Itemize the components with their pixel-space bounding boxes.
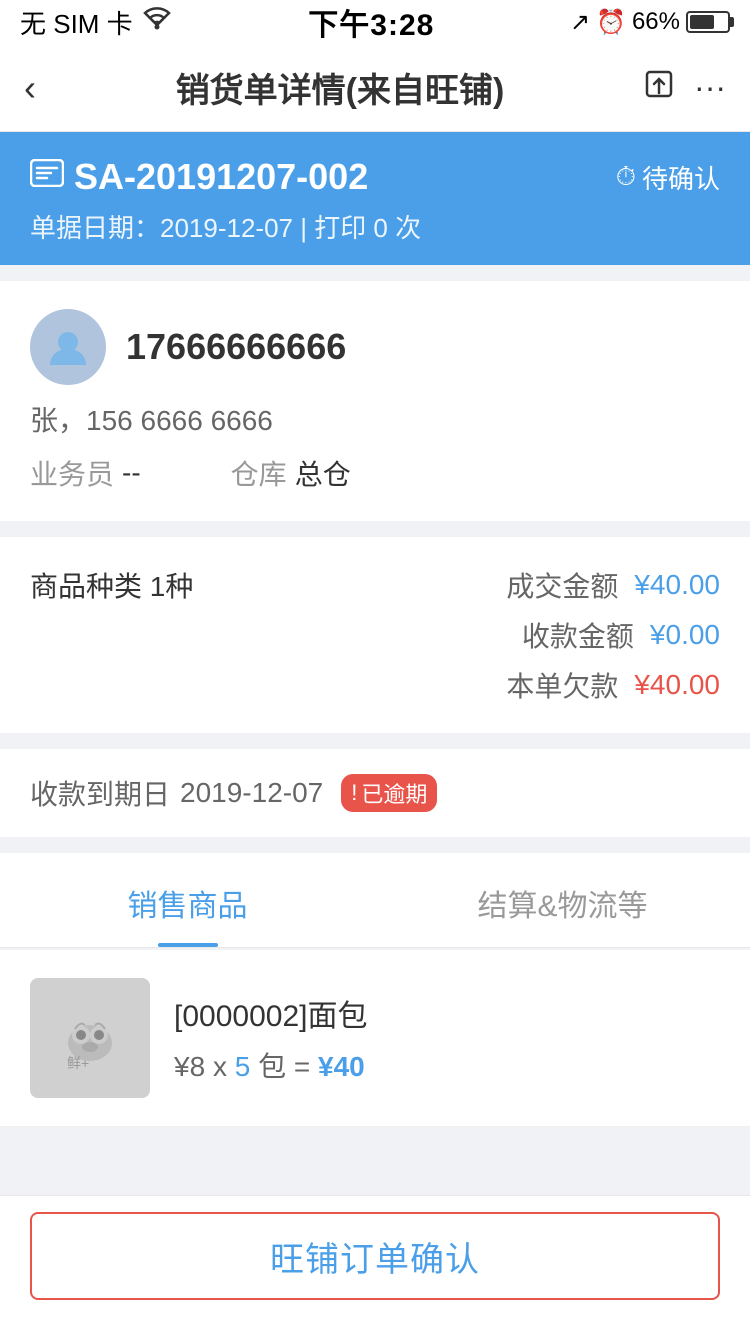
status-right: ↗ ⏰ 66% <box>570 8 730 37</box>
overdue-card: 收款到期日 2019-12-07 ! 已逾期 <box>0 749 750 837</box>
status-bar: 无 SIM 卡 下午3:28 ↗ ⏰ 66% <box>0 0 750 44</box>
order-meta: 单据日期：2019-12-07 | 打印 0 次 <box>30 208 720 245</box>
overdue-badge-text: 已逾期 <box>361 777 427 809</box>
unit-text: 包 <box>258 1051 286 1082</box>
product-info: [0000002]面包 ¥8 x 5 包 = ¥40 <box>174 991 720 1085</box>
time-display: 下午3:28 <box>308 0 434 44</box>
page-title: 销货单详情(来自旺铺) <box>36 63 644 112</box>
customer-card: 17666666666 张，156 6666 6666 业务员 -- 仓库 总仓 <box>0 281 750 521</box>
product-name: [0000002]面包 <box>174 991 720 1035</box>
tabs: 销售商品 结算&物流等 <box>0 853 750 948</box>
clock-icon: ⏱ <box>616 161 636 193</box>
battery-icon <box>686 11 730 33</box>
nav-right-icons: ··· <box>644 69 726 107</box>
tab-products[interactable]: 销售商品 <box>0 853 375 947</box>
confirm-button[interactable]: 旺铺订单确认 <box>30 1212 720 1300</box>
customer-detail: 张，156 6666 6666 <box>30 399 720 439</box>
summary-card: 商品种类 1种 成交金额 ¥40.00 收款金额 ¥0.00 本单欠款 ¥40.… <box>0 537 750 733</box>
product-types-item: 商品种类 1种 <box>30 565 193 605</box>
battery-text: 66% <box>632 8 680 36</box>
product-price: ¥8 x 5 包 = ¥40 <box>174 1045 720 1085</box>
salesperson-value: -- <box>122 457 141 489</box>
product-thumbnail: 鲜+ <box>30 978 150 1098</box>
nav-bar: ‹ 销货单详情(来自旺铺) ··· <box>0 44 750 132</box>
price-value: ¥8 <box>174 1051 205 1082</box>
balance-amount-value: ¥40.00 <box>634 669 720 701</box>
overdue-badge: ! 已逾期 <box>341 774 437 812</box>
status-left: 无 SIM 卡 <box>20 4 173 41</box>
avatar <box>30 309 106 385</box>
product-types-label: 商品种类 <box>30 571 142 602</box>
received-amount-row: 收款金额 ¥0.00 <box>522 615 720 655</box>
received-amount-value: ¥0.00 <box>650 619 720 651</box>
gps-icon: ↗ <box>570 8 590 37</box>
product-qty: 5 <box>235 1051 251 1082</box>
product-total: ¥40 <box>318 1051 365 1082</box>
deal-amount-row: 成交金额 ¥40.00 <box>506 565 720 605</box>
summary-right: 成交金额 ¥40.00 收款金额 ¥0.00 本单欠款 ¥40.00 <box>506 565 720 705</box>
order-status: ⏱ 待确认 <box>616 159 720 196</box>
tab-settlement[interactable]: 结算&物流等 <box>375 853 750 947</box>
deal-amount-value: ¥40.00 <box>634 569 720 601</box>
salesperson-item: 业务员 -- <box>30 453 141 493</box>
order-header-card: SA-20191207-002 ⏱ 待确认 单据日期：2019-12-07 | … <box>0 132 750 265</box>
more-icon[interactable]: ··· <box>694 69 726 106</box>
table-row: 鲜+ [0000002]面包 ¥8 x 5 包 = ¥40 <box>0 950 750 1127</box>
warehouse-item: 仓库 总仓 <box>231 453 351 493</box>
overdue-date: 2019-12-07 <box>180 777 323 809</box>
wifi-icon <box>141 7 173 38</box>
product-types-value: 1种 <box>150 571 194 602</box>
equals-symbol: = <box>294 1051 318 1082</box>
multiply-symbol: x <box>213 1051 235 1082</box>
order-icon <box>30 159 64 195</box>
overdue-badge-icon: ! <box>351 780 357 806</box>
deal-amount-label: 成交金额 <box>506 565 618 605</box>
warehouse-value: 总仓 <box>295 453 351 493</box>
share-icon[interactable] <box>644 69 674 107</box>
balance-amount-label: 本单欠款 <box>506 665 618 705</box>
salesperson-label: 业务员 <box>30 453 114 493</box>
received-amount-label: 收款金额 <box>522 615 634 655</box>
order-id: SA-20191207-002 <box>30 156 368 198</box>
customer-meta: 业务员 -- 仓库 总仓 <box>30 453 720 493</box>
customer-phone: 17666666666 <box>126 326 346 368</box>
svg-text:鲜+: 鲜+ <box>67 1055 89 1071</box>
bottom-bar: 旺铺订单确认 <box>0 1195 750 1334</box>
balance-amount-row: 本单欠款 ¥40.00 <box>506 665 720 705</box>
overdue-label: 收款到期日 <box>30 773 170 813</box>
product-list: 鲜+ [0000002]面包 ¥8 x 5 包 = ¥40 <box>0 950 750 1127</box>
alarm-icon: ⏰ <box>596 8 626 37</box>
back-button[interactable]: ‹ <box>24 67 36 109</box>
warehouse-label: 仓库 <box>231 453 287 493</box>
carrier-text: 无 SIM 卡 <box>20 4 133 41</box>
summary-left: 商品种类 1种 <box>30 565 193 605</box>
